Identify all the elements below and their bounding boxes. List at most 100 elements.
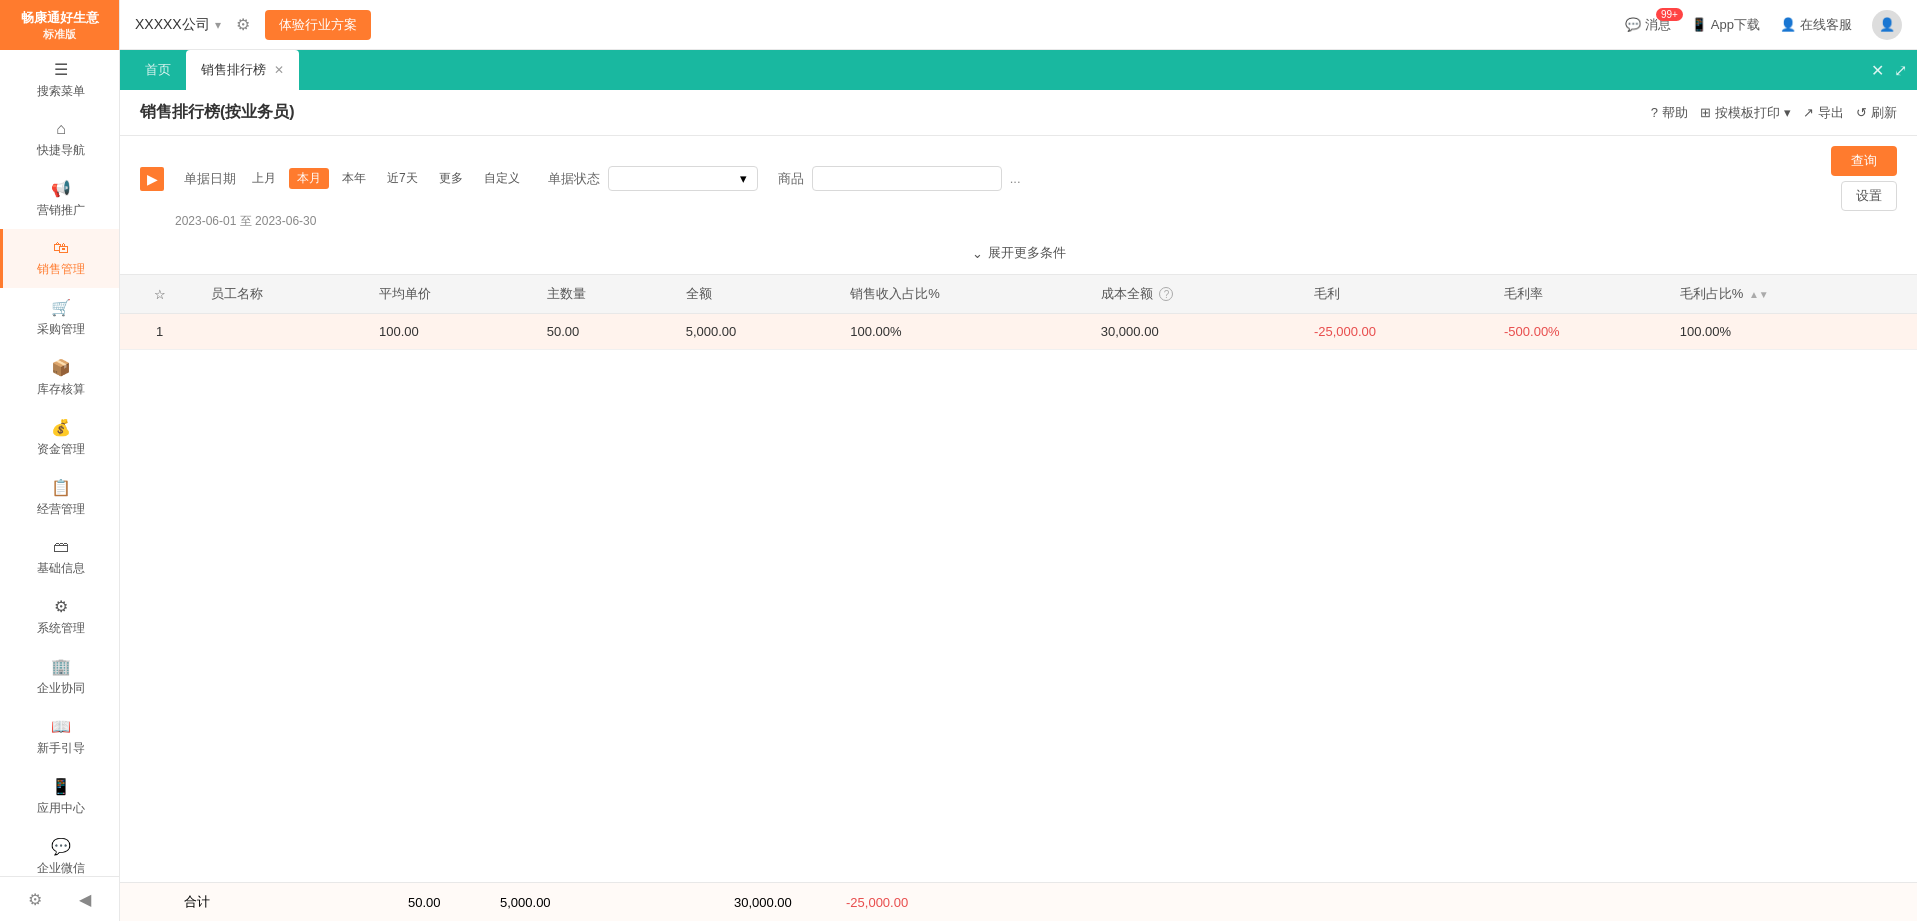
table-wrapper: ☆ 员工名称 平均单价 主数量 全额 销售收入占比% 成本全额 ? 毛利 毛利率…: [120, 275, 1917, 882]
main-area: XXXXX公司 ▾ ⚙ 体验行业方案 💬 消息 99+ 📱 App下载 👤 在线…: [120, 0, 1917, 921]
settings-button[interactable]: 设置: [1841, 181, 1897, 211]
app-version: 标准版: [43, 27, 76, 42]
filter-area: ▶ 单据日期 上月 本月 本年 近7天 更多 自定义 单据状态: [120, 136, 1917, 275]
export-button[interactable]: ↗ 导出: [1803, 104, 1844, 122]
help-icon: ?: [1651, 105, 1658, 120]
page-header: 销售排行榜(按业务员) ? 帮助 ⊞ 按模板打印 ▾ ↗ 导出 ↺ 刷新: [120, 90, 1917, 136]
print-icon: ⊞: [1700, 105, 1711, 120]
th-main-qty: 主数量: [535, 275, 674, 314]
sidebar-item-basic[interactable]: 🗃 基础信息: [0, 528, 119, 587]
inventory-label: 库存核算: [37, 381, 85, 398]
guide-icon: 📖: [51, 717, 71, 736]
company-selector[interactable]: XXXXX公司 ▾: [135, 16, 221, 34]
apps-label: 应用中心: [37, 800, 85, 817]
expand-button[interactable]: ⌄ 展开更多条件: [140, 238, 1897, 264]
topbar-settings-icon[interactable]: ⚙: [236, 15, 250, 34]
date-tabs: 上月 本月 本年 近7天 更多 自定义: [244, 168, 528, 189]
goods-more-btn[interactable]: ...: [1010, 171, 1021, 186]
cell-avg-price: 100.00: [367, 314, 535, 350]
date-tab-last-month[interactable]: 上月: [244, 168, 284, 189]
th-amount: 全额: [674, 275, 839, 314]
date-tab-more[interactable]: 更多: [431, 168, 471, 189]
basic-icon: 🗃: [53, 538, 69, 556]
tabbar-close-icon[interactable]: ✕: [1871, 61, 1884, 80]
sidebar-nav: ☰搜索菜单⌂快捷导航📢营销推广🛍销售管理🛒采购管理📦库存核算💰资金管理📋经营管理…: [0, 50, 119, 876]
system-label: 系统管理: [37, 620, 85, 637]
sidebar-settings-icon[interactable]: ⚙: [28, 890, 42, 909]
sidebar-item-search[interactable]: ☰搜索菜单: [0, 50, 119, 110]
help-button[interactable]: ? 帮助: [1651, 104, 1688, 122]
sidebar-item-sales[interactable]: 🛍销售管理: [0, 229, 119, 288]
tab-sales-rank[interactable]: 销售排行榜 ✕: [186, 50, 299, 90]
sidebar-item-operations[interactable]: 📋经营管理: [0, 468, 119, 528]
date-tab-this-year[interactable]: 本年: [334, 168, 374, 189]
sidebar-item-system[interactable]: ⚙ 系统管理: [0, 587, 119, 647]
expand-label: 展开更多条件: [988, 244, 1066, 262]
user-avatar[interactable]: 👤: [1872, 10, 1902, 40]
sidebar-item-enterprise[interactable]: 🏢企业协同: [0, 647, 119, 707]
status-select[interactable]: ▾: [608, 166, 758, 191]
filter-row: ▶ 单据日期 上月 本月 本年 近7天 更多 自定义 单据状态: [140, 146, 1897, 211]
tab-home[interactable]: 首页: [130, 50, 186, 90]
export-icon: ↗: [1803, 105, 1814, 120]
date-range-display: 2023-06-01 至 2023-06-30: [175, 213, 1897, 230]
trial-button[interactable]: 体验行业方案: [265, 10, 371, 40]
sidebar-item-guide[interactable]: 📖新手引导: [0, 707, 119, 767]
footer-cost: 30,000.00: [734, 895, 792, 910]
date-tab-custom[interactable]: 自定义: [476, 168, 528, 189]
purchase-icon: 🛒: [51, 298, 71, 317]
message-button[interactable]: 💬 消息 99+: [1625, 16, 1671, 34]
filter-toggle-button[interactable]: ▶: [140, 167, 164, 191]
online-service-button[interactable]: 👤 在线客服: [1780, 16, 1852, 34]
cell-cost: 30,000.00: [1089, 314, 1302, 350]
footer-amount: 5,000.00: [500, 895, 551, 910]
sidebar-footer: ⚙ ◀: [0, 876, 119, 921]
cell-rank: 1: [120, 314, 199, 350]
status-filter-label: 单据状态: [548, 170, 600, 188]
data-table: ☆ 员工名称 平均单价 主数量 全额 销售收入占比% 成本全额 ? 毛利 毛利率…: [120, 275, 1917, 350]
tabbar-expand-icon[interactable]: ⤢: [1894, 61, 1907, 80]
finance-icon: 💰: [51, 418, 71, 437]
print-button[interactable]: ⊞ 按模板打印 ▾: [1700, 104, 1791, 122]
sidebar-item-inventory[interactable]: 📦库存核算: [0, 348, 119, 408]
basic-label: 基础信息: [37, 560, 85, 577]
export-label: 导出: [1818, 104, 1844, 122]
wechat-label: 企业微信: [37, 860, 85, 876]
tabbar-actions: ✕ ⤢: [1871, 61, 1907, 80]
th-avg-price: 平均单价: [367, 275, 535, 314]
table-body: 1 100.00 50.00 5,000.00 100.00% 30,000.0…: [120, 314, 1917, 350]
search-icon: ☰: [54, 60, 68, 79]
content-area: 销售排行榜(按业务员) ? 帮助 ⊞ 按模板打印 ▾ ↗ 导出 ↺ 刷新: [120, 90, 1917, 921]
app-download-button[interactable]: 📱 App下载: [1691, 16, 1760, 34]
cost-help-icon[interactable]: ?: [1159, 287, 1173, 301]
system-icon: ⚙: [54, 597, 68, 616]
sidebar-item-purchase[interactable]: 🛒采购管理: [0, 288, 119, 348]
quick-nav-label: 快捷导航: [37, 142, 85, 159]
status-filter-group: 单据状态 ▾: [548, 166, 758, 191]
service-label: 在线客服: [1800, 16, 1852, 34]
page-title: 销售排行榜(按业务员): [140, 102, 295, 123]
date-tab-this-month[interactable]: 本月: [289, 168, 329, 189]
sidebar-item-wechat[interactable]: 💬 企业微信: [0, 827, 119, 876]
query-button[interactable]: 查询: [1831, 146, 1897, 176]
date-filter-label: 单据日期: [184, 170, 236, 188]
refresh-icon: ↺: [1856, 105, 1867, 120]
sidebar-item-apps[interactable]: 📱应用中心: [0, 767, 119, 827]
sidebar-item-marketing[interactable]: 📢营销推广: [0, 169, 119, 229]
tab-close-icon[interactable]: ✕: [274, 63, 284, 77]
cell-main-qty: 50.00: [535, 314, 674, 350]
tab-sales-rank-label: 销售排行榜: [201, 61, 266, 79]
sidebar-item-finance[interactable]: 💰资金管理: [0, 408, 119, 468]
refresh-button[interactable]: ↺ 刷新: [1856, 104, 1897, 122]
page-actions: ? 帮助 ⊞ 按模板打印 ▾ ↗ 导出 ↺ 刷新: [1651, 104, 1897, 122]
wechat-icon: 💬: [51, 837, 71, 856]
expand-chevron-icon: ⌄: [972, 246, 983, 261]
goods-input[interactable]: [812, 166, 1002, 191]
th-gross-rate: 毛利率: [1492, 275, 1668, 314]
topbar: XXXXX公司 ▾ ⚙ 体验行业方案 💬 消息 99+ 📱 App下载 👤 在线…: [120, 0, 1917, 50]
app-download-icon: 📱: [1691, 17, 1707, 32]
date-tab-7days[interactable]: 近7天: [379, 168, 426, 189]
sidebar-item-quick-nav[interactable]: ⌂快捷导航: [0, 110, 119, 169]
gross-pct-sort-icon[interactable]: ▲▼: [1749, 289, 1769, 300]
sidebar-collapse-icon[interactable]: ◀: [79, 890, 91, 909]
